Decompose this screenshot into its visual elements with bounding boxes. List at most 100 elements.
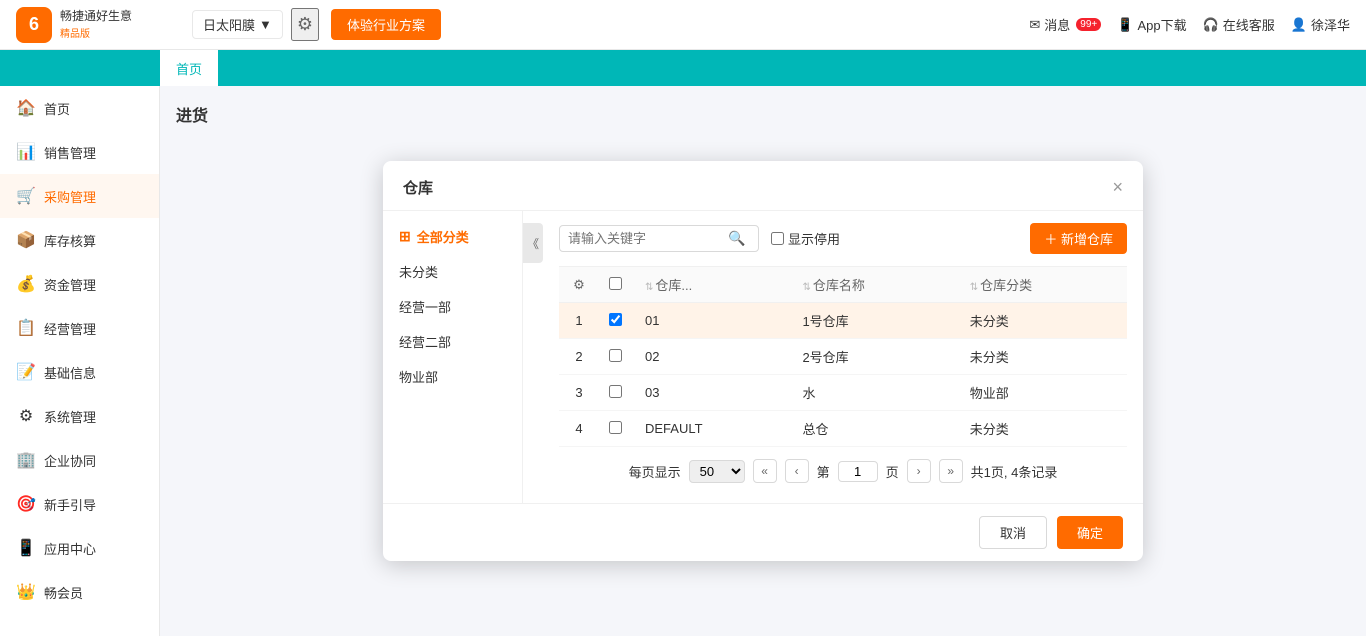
- sidebar-label-operations: 经营管理: [44, 319, 96, 338]
- sidebar-item-appcenter[interactable]: 📱 应用中心: [0, 526, 159, 570]
- sidebar-item-operations[interactable]: 📋 经营管理: [0, 306, 159, 350]
- modal-body: ⊞ 全部分类 未分类 经营一部 经营二部 物业部: [383, 211, 1143, 503]
- sort-cat-icon: ⇅: [970, 282, 978, 293]
- modal-backdrop: 仓库 × ⊞ 全部分类 未分类 经营一: [160, 86, 1366, 636]
- home-icon: 🏠: [16, 98, 36, 118]
- store-name: 日太阳膜: [203, 15, 255, 34]
- page-input[interactable]: [838, 461, 878, 482]
- search-input-wrap: 🔍: [559, 225, 759, 252]
- message-icon: ✉: [1029, 17, 1040, 33]
- modal-sidebar-property[interactable]: 物业部: [383, 359, 522, 394]
- system-icon: ⚙: [16, 406, 36, 426]
- sidebar-item-system[interactable]: ⚙ 系统管理: [0, 394, 159, 438]
- sales-icon: 📊: [16, 142, 36, 162]
- page-label: 第: [817, 462, 830, 481]
- sidebar-label-home: 首页: [44, 99, 70, 118]
- sort-code-icon: ⇅: [645, 282, 653, 293]
- row-num: 2: [559, 339, 599, 375]
- table-row[interactable]: 2 02 2号仓库 未分类: [559, 339, 1127, 375]
- row-checkbox[interactable]: [609, 313, 622, 326]
- sidebar-item-guide[interactable]: 🎯 新手引导: [0, 482, 159, 526]
- show-disabled-text: 显示停用: [788, 229, 840, 248]
- sidebar-item-capital[interactable]: 💰 资金管理: [0, 262, 159, 306]
- sidebar-label-inventory: 库存核算: [44, 231, 96, 250]
- confirm-button[interactable]: 确定: [1057, 516, 1123, 549]
- warehouse-table: ⚙ ⇅仓库...: [559, 266, 1127, 447]
- settings-icon-btn[interactable]: ⚙: [291, 8, 319, 41]
- modal-sidebar-uncategorized[interactable]: 未分类: [383, 254, 522, 289]
- sidebar-item-purchase[interactable]: 🛒 采购管理: [0, 174, 159, 218]
- table-row[interactable]: 1 01 1号仓库 未分类: [559, 303, 1127, 339]
- modal-sidebar-ops1[interactable]: 经营一部: [383, 289, 522, 324]
- select-all-checkbox[interactable]: [609, 277, 622, 290]
- purchase-icon: 🛒: [16, 186, 36, 206]
- guide-icon: 🎯: [16, 494, 36, 514]
- row-checkbox[interactable]: [609, 349, 622, 362]
- sidebar-item-home[interactable]: 🏠 首页: [0, 86, 159, 130]
- next-page-btn[interactable]: ›: [907, 459, 931, 483]
- modal-sidebar-ops2[interactable]: 经营二部: [383, 324, 522, 359]
- row-num: 4: [559, 411, 599, 447]
- row-checkbox[interactable]: [609, 385, 622, 398]
- content-area: 进货 仓库 × ⊞ 全部分类: [160, 86, 1366, 636]
- table-settings-icon[interactable]: ⚙: [573, 277, 585, 292]
- app-download-btn[interactable]: 📱 App下载: [1117, 15, 1186, 34]
- sidebar-label-basic: 基础信息: [44, 363, 96, 382]
- modal-sidebar: ⊞ 全部分类 未分类 经营一部 经营二部 物业部: [383, 211, 523, 503]
- last-page-btn[interactable]: »: [939, 459, 963, 483]
- row-name: 2号仓库: [792, 339, 959, 375]
- row-checkbox-cell: [599, 303, 635, 339]
- trial-btn[interactable]: 体验行业方案: [331, 9, 441, 40]
- message-badge: 99+: [1076, 18, 1101, 31]
- row-category: 物业部: [960, 375, 1127, 411]
- row-category: 未分类: [960, 303, 1127, 339]
- store-selector[interactable]: 日太阳膜 ▼: [192, 10, 283, 39]
- search-icon[interactable]: 🔍: [728, 230, 745, 247]
- table-row[interactable]: 3 03 水 物业部: [559, 375, 1127, 411]
- row-checkbox-cell: [599, 375, 635, 411]
- row-checkbox[interactable]: [609, 421, 622, 434]
- sidebar-label-sales: 销售管理: [44, 143, 96, 162]
- page-suffix: 页: [886, 462, 899, 481]
- row-category: 未分类: [960, 411, 1127, 447]
- sidebar-label-member: 畅会员: [44, 583, 83, 602]
- basic-icon: 📝: [16, 362, 36, 382]
- modal-sidebar-ops2-label: 经营二部: [399, 332, 451, 351]
- modal-content: 🔍 显示停用 ＋ 新增仓库: [543, 211, 1143, 503]
- add-warehouse-btn[interactable]: ＋ 新增仓库: [1030, 223, 1127, 254]
- sidebar-item-basic[interactable]: 📝 基础信息: [0, 350, 159, 394]
- main-layout: 🏠 首页 📊 销售管理 🛒 采购管理 📦 库存核算 💰 资金管理 📋 经营管理 …: [0, 86, 1366, 636]
- show-disabled-label: 显示停用: [771, 229, 840, 248]
- online-service-label: 在线客服: [1223, 15, 1275, 34]
- first-page-btn[interactable]: «: [753, 459, 777, 483]
- show-disabled-checkbox[interactable]: [771, 232, 784, 245]
- per-page-select[interactable]: 50 20 100: [689, 460, 745, 483]
- modal-sidebar-all-label: 全部分类: [417, 227, 469, 246]
- cancel-button[interactable]: 取消: [979, 516, 1047, 549]
- sidebar-item-sales[interactable]: 📊 销售管理: [0, 130, 159, 174]
- sidebar-item-inventory[interactable]: 📦 库存核算: [0, 218, 159, 262]
- collapse-sidebar-btn[interactable]: 《: [523, 223, 543, 263]
- chevron-down-icon: ▼: [259, 17, 272, 32]
- online-service-btn[interactable]: 🎧 在线客服: [1203, 15, 1275, 34]
- member-icon: 👑: [16, 582, 36, 602]
- row-checkbox-cell: [599, 339, 635, 375]
- modal-sidebar-uncategorized-label: 未分类: [399, 262, 438, 281]
- logo-area: 6 畅捷通好生意 精品版: [16, 7, 176, 43]
- prev-page-btn[interactable]: ‹: [785, 459, 809, 483]
- warehouse-modal: 仓库 × ⊞ 全部分类 未分类 经营一: [383, 161, 1143, 561]
- table-container: ⚙ ⇅仓库...: [559, 266, 1127, 447]
- tab-home[interactable]: 首页: [160, 50, 218, 86]
- nav-tabs: 首页: [0, 50, 1366, 86]
- table-row[interactable]: 4 DEFAULT 总仓 未分类: [559, 411, 1127, 447]
- col-settings: ⚙: [559, 267, 599, 303]
- modal-sidebar-ops1-label: 经营一部: [399, 297, 451, 316]
- modal-sidebar-all[interactable]: ⊞ 全部分类: [383, 219, 522, 254]
- message-btn[interactable]: ✉ 消息 99+: [1029, 15, 1101, 34]
- search-input[interactable]: [568, 231, 728, 246]
- sidebar-item-member[interactable]: 👑 畅会员: [0, 570, 159, 614]
- sidebar-item-enterprise[interactable]: 🏢 企业协同: [0, 438, 159, 482]
- total-label: 共1页, 4条记录: [971, 462, 1058, 481]
- user-profile-btn[interactable]: 👤 徐泽华: [1291, 15, 1350, 34]
- modal-close-btn[interactable]: ×: [1112, 177, 1123, 198]
